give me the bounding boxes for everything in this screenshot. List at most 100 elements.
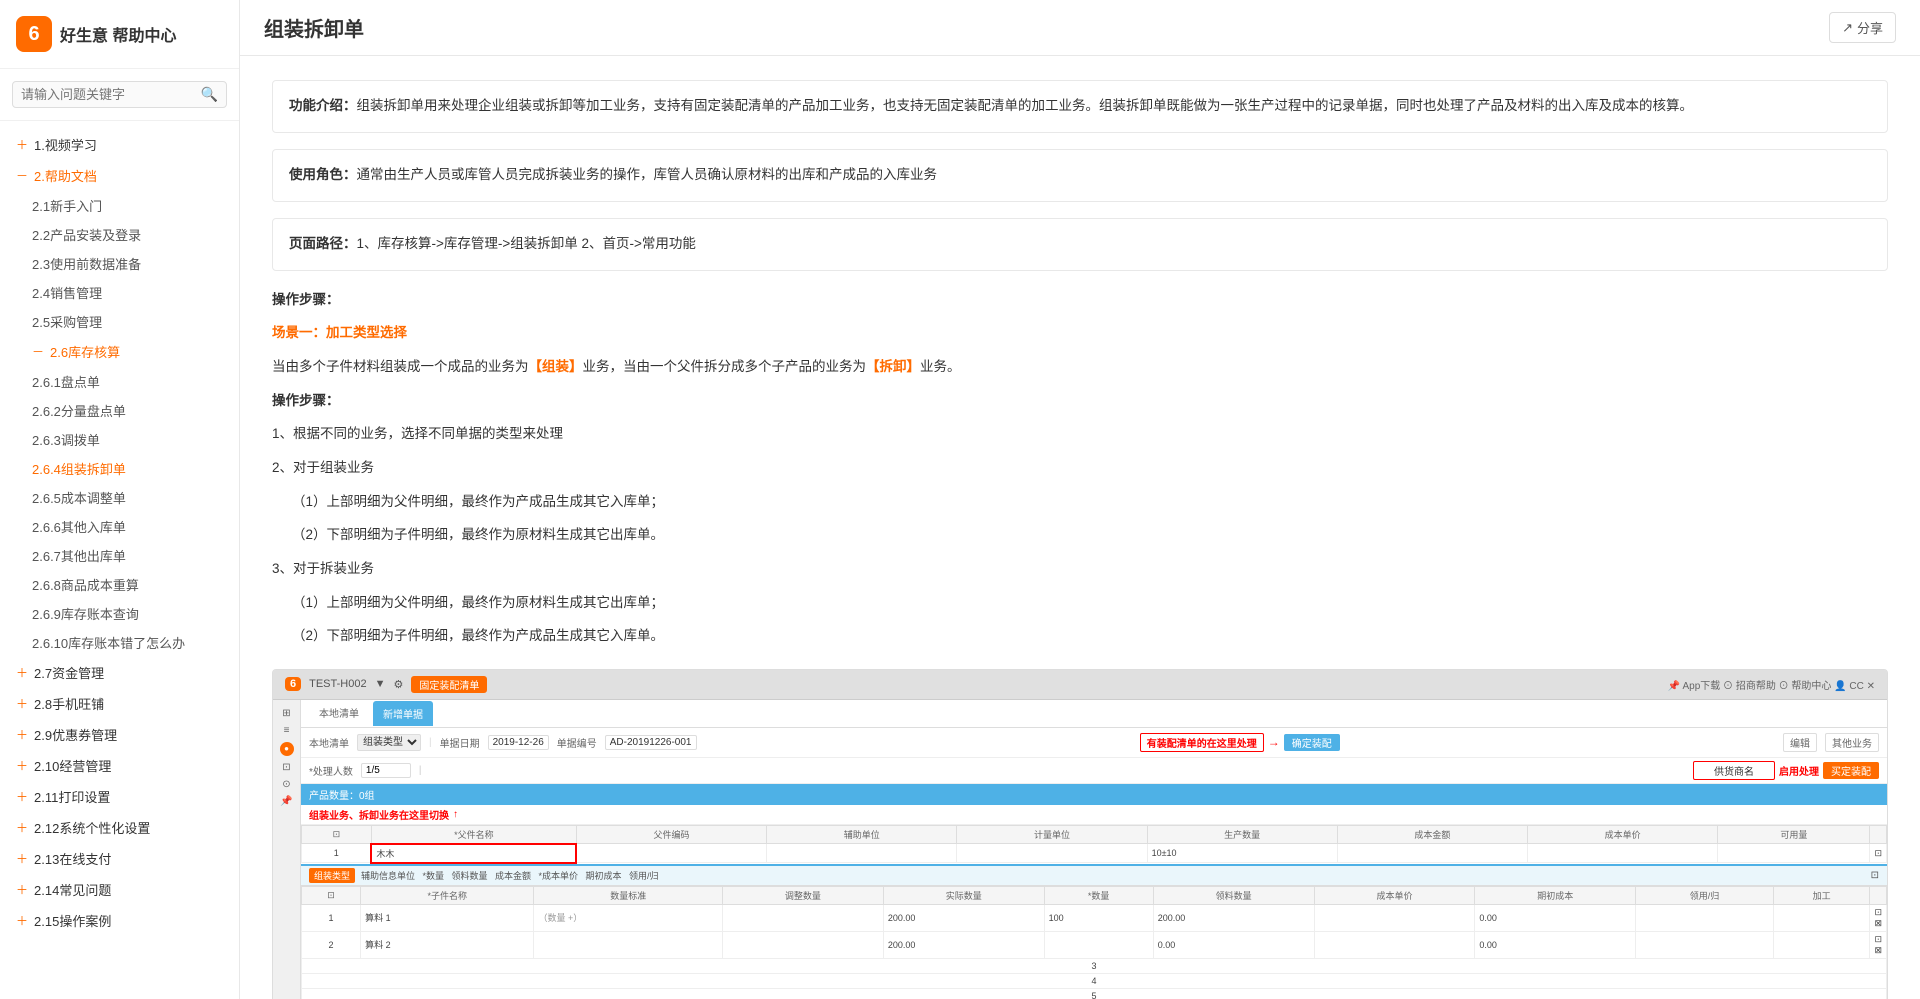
sidebar-item-print-label: 2.11打印设置 (34, 787, 110, 806)
intro-box: 功能介绍：组装拆卸单用来处理企业组装或拆卸等加工业务，支持有固定装配清单的产品加… (272, 80, 1888, 133)
mock-icon-home: ⊞ (282, 708, 290, 719)
sidebar-item-coupon[interactable]: ＋ 2.9优惠券管理 (0, 719, 239, 750)
nav-tree: ＋ 1.视频学习 － 2.帮助文档 2.1新手入门 2.2产品安装及登录 2.3… (0, 121, 239, 999)
mock-date-value: 2019-12-26 (488, 735, 549, 750)
annotation-arrow-up: ↑ (453, 809, 458, 820)
sidebar-item-inventory[interactable]: － 2.6库存核算 (0, 336, 239, 367)
operations-content: 操作步骤： 场景一：加工类型选择 当由多个子件材料组装成一个成品的业务为【组装】… (272, 287, 1888, 649)
mock-icon-settings2: ⊙ (282, 779, 290, 790)
mock-upper-table: ⊡ *父件名称 父件编码 辅助单位 计量单位 生产数量 成本金额 成本单价 可用… (301, 825, 1887, 864)
mock-tab-new: 新增单据 (373, 701, 433, 726)
logo-area: 6 好生意 帮助中心 (0, 0, 239, 69)
sidebar-item-cost-adj[interactable]: 2.6.5成本调整单 (0, 483, 239, 512)
plus-icon-7: ＋ (16, 819, 28, 836)
sidebar-item-payment[interactable]: ＋ 2.13在线支付 (0, 843, 239, 874)
step3-sub1: （1）上部明细为父件明细，最终作为原材料生成其它出库单； (272, 590, 1888, 616)
role-text: 通常由生产人员或库管人员完成拆装业务的操作，库管人员确认原材料的出库和产成品的入… (357, 167, 938, 182)
search-area: 🔍 (0, 69, 239, 121)
screenshot-app-icon: 6 (285, 677, 301, 691)
role-box: 使用角色：通常由生产人员或库管人员完成拆装业务的操作，库管人员确认原材料的出库和… (272, 149, 1888, 202)
sidebar-item-settings[interactable]: ＋ 2.12系统个性化设置 (0, 812, 239, 843)
mock-confirm-btn: 确定装配 (1284, 734, 1340, 751)
scenario1-title: 场景一：加工类型选择 (272, 325, 407, 340)
mock-enable-box: 供货商名 (1693, 761, 1775, 780)
sidebar-item-install[interactable]: 2.2产品安装及登录 (0, 220, 239, 249)
sidebar-item-other-in[interactable]: 2.6.6其他入库单 (0, 512, 239, 541)
mock-label-type: 本地清单 (309, 735, 349, 750)
top-bar: 组装拆卸单 ↗ 分享 (240, 0, 1920, 56)
mock-person-label: *处理人数 (309, 763, 353, 778)
sidebar-item-transfer[interactable]: 2.6.3调拨单 (0, 425, 239, 454)
ops-title: 操作步骤： (272, 292, 340, 307)
sidebar-item-helpdoc-label: 2.帮助文档 (34, 166, 97, 185)
sidebar-item-other-out[interactable]: 2.6.7其他出库单 (0, 541, 239, 570)
content-area: 功能介绍：组装拆卸单用来处理企业组装或拆卸等加工业务，支持有固定装配清单的产品加… (240, 56, 1920, 999)
sidebar-item-data-prep[interactable]: 2.3使用前数据准备 (0, 249, 239, 278)
plus-icon-3: ＋ (16, 695, 28, 712)
mock-label-billno: 单据编号 (557, 735, 597, 750)
screenshot-dropdown-icon: ▼ (375, 678, 386, 690)
share-button[interactable]: ↗ 分享 (1829, 12, 1896, 43)
sidebar-item-finance[interactable]: ＋ 2.7资金管理 (0, 657, 239, 688)
sidebar-item-sales[interactable]: 2.4销售管理 (0, 278, 239, 307)
search-icon[interactable]: 🔍 (201, 86, 218, 103)
sidebar-item-video[interactable]: ＋ 1.视频学习 (0, 129, 239, 160)
sidebar-item-mobile-label: 2.8手机旺铺 (34, 694, 104, 713)
path-box: 页面路径：1、库存核算->库存管理->组装拆卸单 2、首页->常用功能 (272, 218, 1888, 271)
step2: 2、对于组装业务 (272, 455, 1888, 481)
mock-lower-table: ⊡ *子件名称 数量标准 调整数量 实际数量 *数量 领料数量 成本单价 期初成… (301, 886, 1887, 999)
plus-icon-4: ＋ (16, 726, 28, 743)
plus-icon: ＋ (16, 136, 28, 153)
mock-icon-pin: 📌 (280, 796, 292, 807)
screenshot-container: 6 TEST-H002 ▼ ⚙ 固定装配清单 📌 App下载 ⊙ 招商帮助 ⊙ … (272, 669, 1888, 999)
sidebar-item-finance-label: 2.7资金管理 (34, 663, 104, 682)
step2-sub2: （2）下部明细为子件明细，最终作为原材料生成其它出库单。 (272, 522, 1888, 548)
plus-icon-10: ＋ (16, 912, 28, 929)
sidebar-item-stocktake[interactable]: 2.6.1盘点单 (0, 367, 239, 396)
ops-steps-title: 操作步骤： (272, 393, 340, 408)
sidebar-item-inventory-query[interactable]: 2.6.9库存账本查询 (0, 599, 239, 628)
mock-select-type[interactable]: 组装类型 (357, 734, 421, 751)
sidebar-item-settings-label: 2.12系统个性化设置 (34, 818, 150, 837)
mock-icon-tag: ● (280, 742, 294, 756)
plus-icon-6: ＋ (16, 788, 28, 805)
minus-icon: － (16, 167, 28, 184)
sidebar-item-partial-stock[interactable]: 2.6.2分量盘点单 (0, 396, 239, 425)
plus-icon-9: ＋ (16, 881, 28, 898)
sidebar-item-inventory-fix[interactable]: 2.6.10库存账本错了怎么办 (0, 628, 239, 657)
step1: 1、根据不同的业务，选择不同单据的类型来处理 (272, 421, 1888, 447)
share-icon: ↗ (1842, 20, 1853, 36)
mock-icon-list: ≡ (284, 725, 290, 736)
sidebar-item-mobile[interactable]: ＋ 2.8手机旺铺 (0, 688, 239, 719)
screenshot-gear-icon: ⚙ (393, 678, 403, 691)
mock-type-label: 产品数量：0组 (309, 787, 375, 802)
page-title: 组装拆卸单 (264, 13, 364, 42)
search-input[interactable] (21, 87, 201, 102)
step3: 3、对于拆装业务 (272, 556, 1888, 582)
sidebar-item-purchase[interactable]: 2.5采购管理 (0, 307, 239, 336)
mock-save-btn: 买定装配 (1823, 762, 1879, 779)
sidebar-item-print[interactable]: ＋ 2.11打印设置 (0, 781, 239, 812)
sidebar-item-newbie[interactable]: 2.1新手入门 (0, 191, 239, 220)
share-label: 分享 (1857, 18, 1883, 37)
path-label: 页面路径： (289, 236, 357, 251)
sidebar-item-ops[interactable]: ＋ 2.10经营管理 (0, 750, 239, 781)
mock-lower-icon: ⊡ (1871, 870, 1879, 881)
screenshot-btn-new: 固定装配清单 (411, 676, 487, 693)
sidebar-item-faq[interactable]: ＋ 2.14常见问题 (0, 874, 239, 905)
search-box[interactable]: 🔍 (12, 81, 227, 108)
sidebar-item-cost-recalc[interactable]: 2.6.8商品成本重算 (0, 570, 239, 599)
screenshot-icons-right: 📌 App下载 ⊙ 招商帮助 ⊙ 帮助中心 👤 CC ✕ (1668, 677, 1875, 692)
mock-lower-header-label: 辅助信息单位 *数量 领料数量 成本金额 *成本单价 期初成本 领用/归 (361, 869, 659, 882)
mock-person-input[interactable] (361, 763, 411, 778)
mock-tab-local: 本地清单 (309, 700, 369, 727)
scenario1-desc: 当由多个子件材料组装成一个成品的业务为【组装】业务，当由一个父件拆分成多个子产品… (272, 354, 1888, 380)
plus-icon-8: ＋ (16, 850, 28, 867)
mock-icon-other: ⊡ (282, 762, 290, 773)
sidebar-item-cases[interactable]: ＋ 2.15操作案例 (0, 905, 239, 936)
mock-lower-type: 组装类型 (309, 868, 355, 883)
sidebar-item-helpdoc[interactable]: － 2.帮助文档 (0, 160, 239, 191)
mock-btn-ops: 编辑 (1783, 733, 1817, 752)
sidebar-item-inventory-label: 2.6库存核算 (50, 342, 120, 361)
sidebar-item-assembly[interactable]: 2.6.4组装拆卸单 (0, 454, 239, 483)
